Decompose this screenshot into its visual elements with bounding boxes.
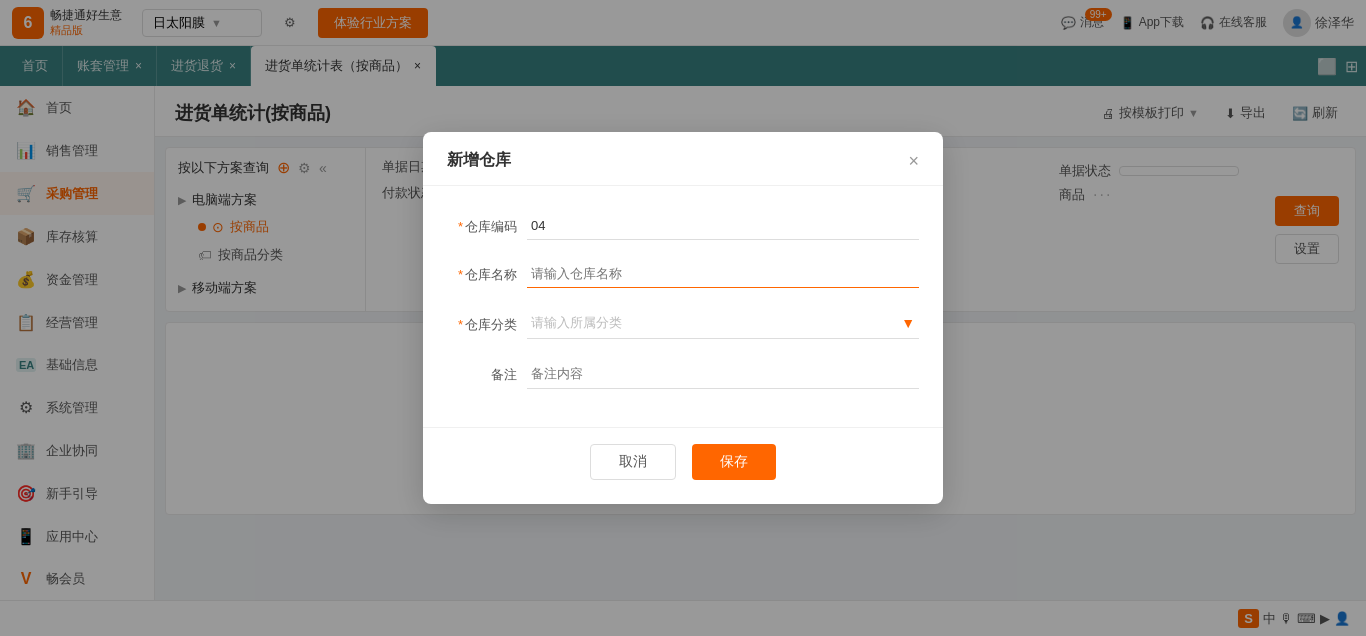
dialog-close-icon[interactable]: × [908,152,919,170]
name-field-label: *仓库名称 [447,266,527,284]
dialog-overlay: 新增仓库 × *仓库编码 *仓库名称 *仓库分类 [0,0,1366,636]
dialog-footer: 取消 保存 [423,427,943,504]
required-star-code: * [458,219,463,234]
dialog-header: 新增仓库 × [423,132,943,186]
category-label-text: 仓库分类 [465,317,517,332]
code-label-text: 仓库编码 [465,219,517,234]
dialog-title: 新增仓库 [447,150,511,171]
category-field-label: *仓库分类 [447,316,527,334]
form-row-note: 备注 [447,361,919,389]
required-star-category: * [458,317,463,332]
cancel-button[interactable]: 取消 [590,444,676,480]
name-input[interactable] [527,262,919,288]
note-label-text: 备注 [491,367,517,382]
save-button[interactable]: 保存 [692,444,776,480]
required-star-name: * [458,267,463,282]
note-input[interactable] [527,361,919,389]
category-select[interactable]: 请输入所属分类 ▼ [527,310,919,339]
category-dropdown-icon: ▼ [901,315,915,331]
dialog-body: *仓库编码 *仓库名称 *仓库分类 请输入所属分类 ▼ [423,186,943,427]
name-label-text: 仓库名称 [465,267,517,282]
form-row-name: *仓库名称 [447,262,919,288]
note-field-label: 备注 [447,366,527,384]
form-row-code: *仓库编码 [447,214,919,240]
form-row-category: *仓库分类 请输入所属分类 ▼ [447,310,919,339]
category-placeholder: 请输入所属分类 [531,314,901,332]
code-field-label: *仓库编码 [447,218,527,236]
code-input[interactable] [527,214,919,240]
new-warehouse-dialog: 新增仓库 × *仓库编码 *仓库名称 *仓库分类 [423,132,943,504]
